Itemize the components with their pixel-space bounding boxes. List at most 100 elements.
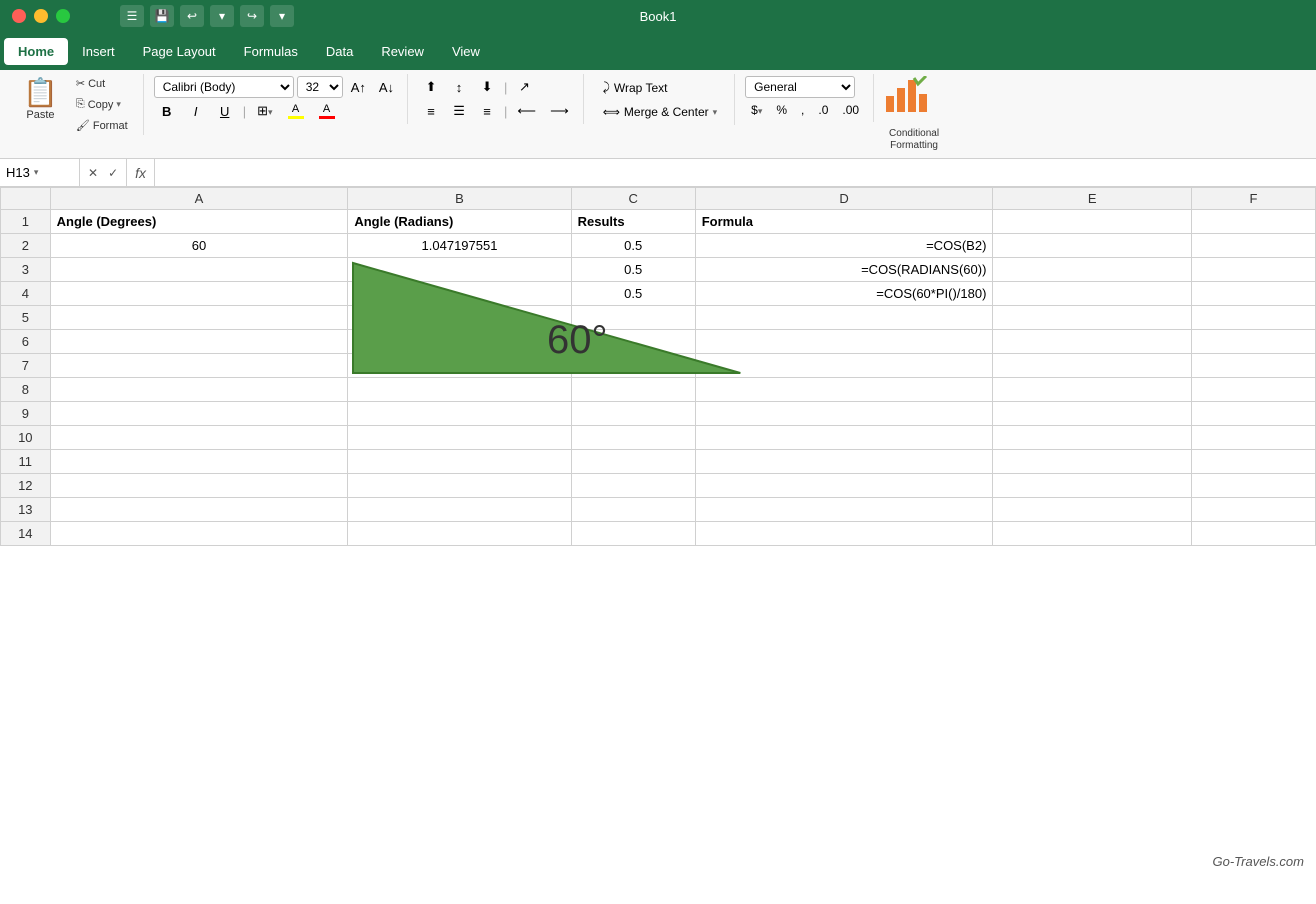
- align-right-button[interactable]: ≡: [474, 101, 500, 122]
- row-header-13[interactable]: 13: [1, 498, 51, 522]
- menu-item-insert[interactable]: Insert: [68, 38, 129, 65]
- menu-item-data[interactable]: Data: [312, 38, 367, 65]
- cell-ref-dropdown-icon[interactable]: ▾: [34, 167, 39, 178]
- align-top-button[interactable]: ⬆: [418, 76, 444, 98]
- sidebar-toggle-button[interactable]: ☰: [120, 5, 144, 27]
- row-header-5[interactable]: 5: [1, 306, 51, 330]
- cell-reference-box[interactable]: H13 ▾: [0, 159, 80, 186]
- col-header-A[interactable]: A: [50, 188, 348, 210]
- cell-4-2[interactable]: [348, 282, 571, 306]
- currency-button[interactable]: $▾: [745, 100, 768, 120]
- cell-5-3[interactable]: [571, 306, 695, 330]
- cell-3-3[interactable]: 0.5: [571, 258, 695, 282]
- window-controls[interactable]: [12, 9, 70, 23]
- align-bottom-button[interactable]: ⬇: [474, 76, 500, 98]
- cell-9-1[interactable]: [50, 402, 348, 426]
- cut-button[interactable]: ✂ Cut: [69, 74, 135, 93]
- increase-font-size-button[interactable]: A↑: [346, 77, 371, 98]
- menu-item-review[interactable]: Review: [367, 38, 438, 65]
- cell-12-6[interactable]: [1191, 474, 1315, 498]
- cell-1-1[interactable]: Angle (Degrees): [50, 210, 348, 234]
- maximize-button[interactable]: [56, 9, 70, 23]
- row-header-11[interactable]: 11: [1, 450, 51, 474]
- cell-11-2[interactable]: [348, 450, 571, 474]
- cell-13-3[interactable]: [571, 498, 695, 522]
- confirm-formula-button[interactable]: ✓: [104, 164, 122, 182]
- cell-14-4[interactable]: [695, 522, 993, 546]
- cell-11-4[interactable]: [695, 450, 993, 474]
- cell-14-3[interactable]: [571, 522, 695, 546]
- cell-12-4[interactable]: [695, 474, 993, 498]
- cell-3-5[interactable]: [993, 258, 1191, 282]
- cell-5-2[interactable]: [348, 306, 571, 330]
- customize-button[interactable]: ▾: [270, 5, 294, 27]
- cell-2-1[interactable]: 60: [50, 234, 348, 258]
- cell-7-1[interactable]: [50, 354, 348, 378]
- cell-5-4[interactable]: [695, 306, 993, 330]
- cell-4-3[interactable]: 0.5: [571, 282, 695, 306]
- cell-3-6[interactable]: [1191, 258, 1315, 282]
- cell-5-6[interactable]: [1191, 306, 1315, 330]
- cell-12-5[interactable]: [993, 474, 1191, 498]
- menu-item-formulas[interactable]: Formulas: [230, 38, 312, 65]
- cell-5-5[interactable]: [993, 306, 1191, 330]
- col-header-F[interactable]: F: [1191, 188, 1315, 210]
- cell-13-5[interactable]: [993, 498, 1191, 522]
- font-name-select[interactable]: Calibri (Body): [154, 76, 294, 98]
- decrease-indent-button[interactable]: ⟵: [511, 100, 542, 122]
- increase-indent-button[interactable]: ⟶: [544, 100, 575, 122]
- cell-9-2[interactable]: [348, 402, 571, 426]
- cell-13-2[interactable]: [348, 498, 571, 522]
- undo-dropdown-button[interactable]: ▾: [210, 5, 234, 27]
- decrease-decimal-button[interactable]: .0: [812, 100, 834, 120]
- cell-9-6[interactable]: [1191, 402, 1315, 426]
- cell-8-1[interactable]: [50, 378, 348, 402]
- fill-color-button[interactable]: A: [282, 100, 310, 122]
- redo-button[interactable]: ↪: [240, 5, 264, 27]
- comma-button[interactable]: ,: [795, 100, 810, 120]
- cell-1-5[interactable]: [993, 210, 1191, 234]
- row-header-1[interactable]: 1: [1, 210, 51, 234]
- minimize-button[interactable]: [34, 9, 48, 23]
- row-header-7[interactable]: 7: [1, 354, 51, 378]
- cell-9-3[interactable]: [571, 402, 695, 426]
- cell-8-3[interactable]: [571, 378, 695, 402]
- cell-6-4[interactable]: [695, 330, 993, 354]
- cell-11-1[interactable]: [50, 450, 348, 474]
- cell-14-1[interactable]: [50, 522, 348, 546]
- cell-14-6[interactable]: [1191, 522, 1315, 546]
- merge-center-button[interactable]: ⟺ Merge & Center ▾: [594, 101, 726, 123]
- cell-13-4[interactable]: [695, 498, 993, 522]
- save-button[interactable]: 💾: [150, 5, 174, 27]
- cell-4-6[interactable]: [1191, 282, 1315, 306]
- cell-6-2[interactable]: [348, 330, 571, 354]
- cell-4-5[interactable]: [993, 282, 1191, 306]
- cell-2-2[interactable]: 1.047197551: [348, 234, 571, 258]
- cell-7-5[interactable]: [993, 354, 1191, 378]
- cancel-formula-button[interactable]: ✕: [84, 164, 102, 182]
- spreadsheet[interactable]: A B C D E F 1Angle (Degrees)Angle (Radia…: [0, 187, 1316, 904]
- row-header-2[interactable]: 2: [1, 234, 51, 258]
- cell-1-3[interactable]: Results: [571, 210, 695, 234]
- cell-10-3[interactable]: [571, 426, 695, 450]
- row-header-12[interactable]: 12: [1, 474, 51, 498]
- row-header-4[interactable]: 4: [1, 282, 51, 306]
- align-middle-button[interactable]: ↕: [446, 77, 472, 98]
- cell-4-1[interactable]: [50, 282, 348, 306]
- row-header-14[interactable]: 14: [1, 522, 51, 546]
- percent-button[interactable]: %: [770, 100, 793, 120]
- row-header-8[interactable]: 8: [1, 378, 51, 402]
- cell-2-4[interactable]: =COS(B2): [695, 234, 993, 258]
- cell-14-2[interactable]: [348, 522, 571, 546]
- cell-2-3[interactable]: 0.5: [571, 234, 695, 258]
- row-header-9[interactable]: 9: [1, 402, 51, 426]
- cell-10-2[interactable]: [348, 426, 571, 450]
- cell-14-5[interactable]: [993, 522, 1191, 546]
- cell-6-3[interactable]: [571, 330, 695, 354]
- align-center-button[interactable]: ☰: [446, 100, 472, 122]
- paste-button[interactable]: 📋 Paste: [16, 74, 65, 135]
- cell-3-4[interactable]: =COS(RADIANS(60)): [695, 258, 993, 282]
- cell-6-5[interactable]: [993, 330, 1191, 354]
- cell-5-1[interactable]: [50, 306, 348, 330]
- conditional-formatting-button[interactable]: [884, 76, 944, 126]
